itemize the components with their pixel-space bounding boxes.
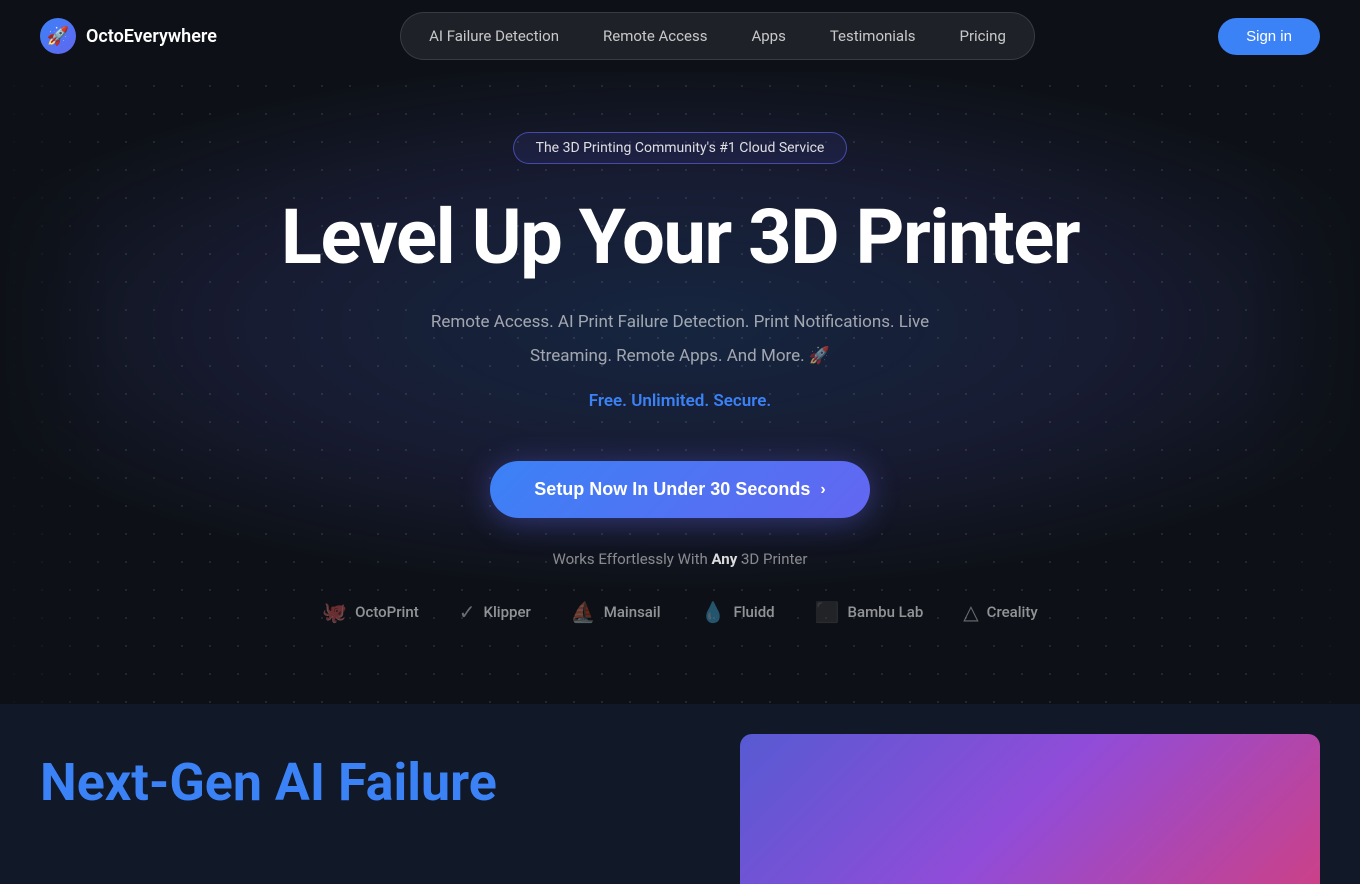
klipper-icon: ✓ — [459, 600, 476, 624]
creality-icon: △ — [963, 600, 978, 624]
next-section-title-text: Next-Gen AI Failure — [40, 752, 497, 813]
hero-compat-text: Works Effortlessly With Any 3D Printer — [553, 550, 808, 568]
hero-title: Level Up Your 3D Printer — [281, 196, 1079, 280]
hero-tagline: Free. Unlimited. Secure. — [589, 391, 771, 411]
fluidd-label: Fluidd — [733, 603, 774, 621]
nav-link-remote-access[interactable]: Remote Access — [583, 19, 727, 53]
brand-bambu: ⬛ Bambu Lab — [815, 600, 924, 624]
arrow-icon: › — [820, 481, 825, 499]
hero-cta-button[interactable]: Setup Now In Under 30 Seconds › — [490, 461, 869, 518]
navbar: 🚀 OctoEverywhere AI Failure Detection Re… — [0, 0, 1360, 72]
hero-subtitle-2: Streaming. Remote Apps. And More. 🚀 — [530, 342, 830, 371]
brand-mainsail: ⛵ Mainsail — [571, 600, 661, 624]
hero-subtitle-1: Remote Access. AI Print Failure Detectio… — [431, 308, 929, 337]
hero-brands: 🐙 OctoPrint ✓ Klipper ⛵ Mainsail 💧 Fluid… — [322, 600, 1037, 624]
nav-link-testimonials[interactable]: Testimonials — [810, 19, 936, 53]
brand-klipper: ✓ Klipper — [459, 600, 531, 624]
octoprint-icon: 🐙 — [322, 600, 347, 624]
klipper-label: Klipper — [483, 603, 530, 621]
hero-badge: The 3D Printing Community's #1 Cloud Ser… — [513, 132, 848, 164]
signin-button[interactable]: Sign in — [1218, 18, 1320, 55]
next-section-title: Next-Gen AI Failure — [40, 754, 497, 811]
bambu-label: Bambu Lab — [848, 603, 924, 621]
hero-content: The 3D Printing Community's #1 Cloud Ser… — [281, 132, 1079, 624]
next-section-preview-card — [740, 734, 1320, 884]
next-section-content: Next-Gen AI Failure — [40, 754, 497, 811]
brand-creality: △ Creality — [963, 600, 1037, 624]
hero-cta-label: Setup Now In Under 30 Seconds — [534, 479, 810, 500]
brand-fluidd: 💧 Fluidd — [701, 600, 775, 624]
bambu-icon: ⬛ — [815, 600, 840, 624]
fluidd-icon: 💧 — [701, 600, 726, 624]
brand-octoprint: 🐙 OctoPrint — [322, 600, 418, 624]
nav-link-pricing[interactable]: Pricing — [939, 19, 1025, 53]
hero-section: The 3D Printing Community's #1 Cloud Ser… — [0, 72, 1360, 704]
nav-link-ai-failure[interactable]: AI Failure Detection — [409, 19, 579, 53]
next-section: Next-Gen AI Failure — [0, 704, 1360, 884]
nav-link-apps[interactable]: Apps — [731, 19, 805, 53]
logo-link[interactable]: 🚀 OctoEverywhere — [40, 18, 217, 54]
logo-icon: 🚀 — [40, 18, 76, 54]
octoprint-label: OctoPrint — [355, 603, 419, 621]
creality-label: Creality — [987, 603, 1038, 621]
logo-text: OctoEverywhere — [86, 26, 217, 47]
nav-links-container: AI Failure Detection Remote Access Apps … — [400, 12, 1035, 60]
mainsail-label: Mainsail — [604, 603, 661, 621]
mainsail-icon: ⛵ — [571, 600, 596, 624]
